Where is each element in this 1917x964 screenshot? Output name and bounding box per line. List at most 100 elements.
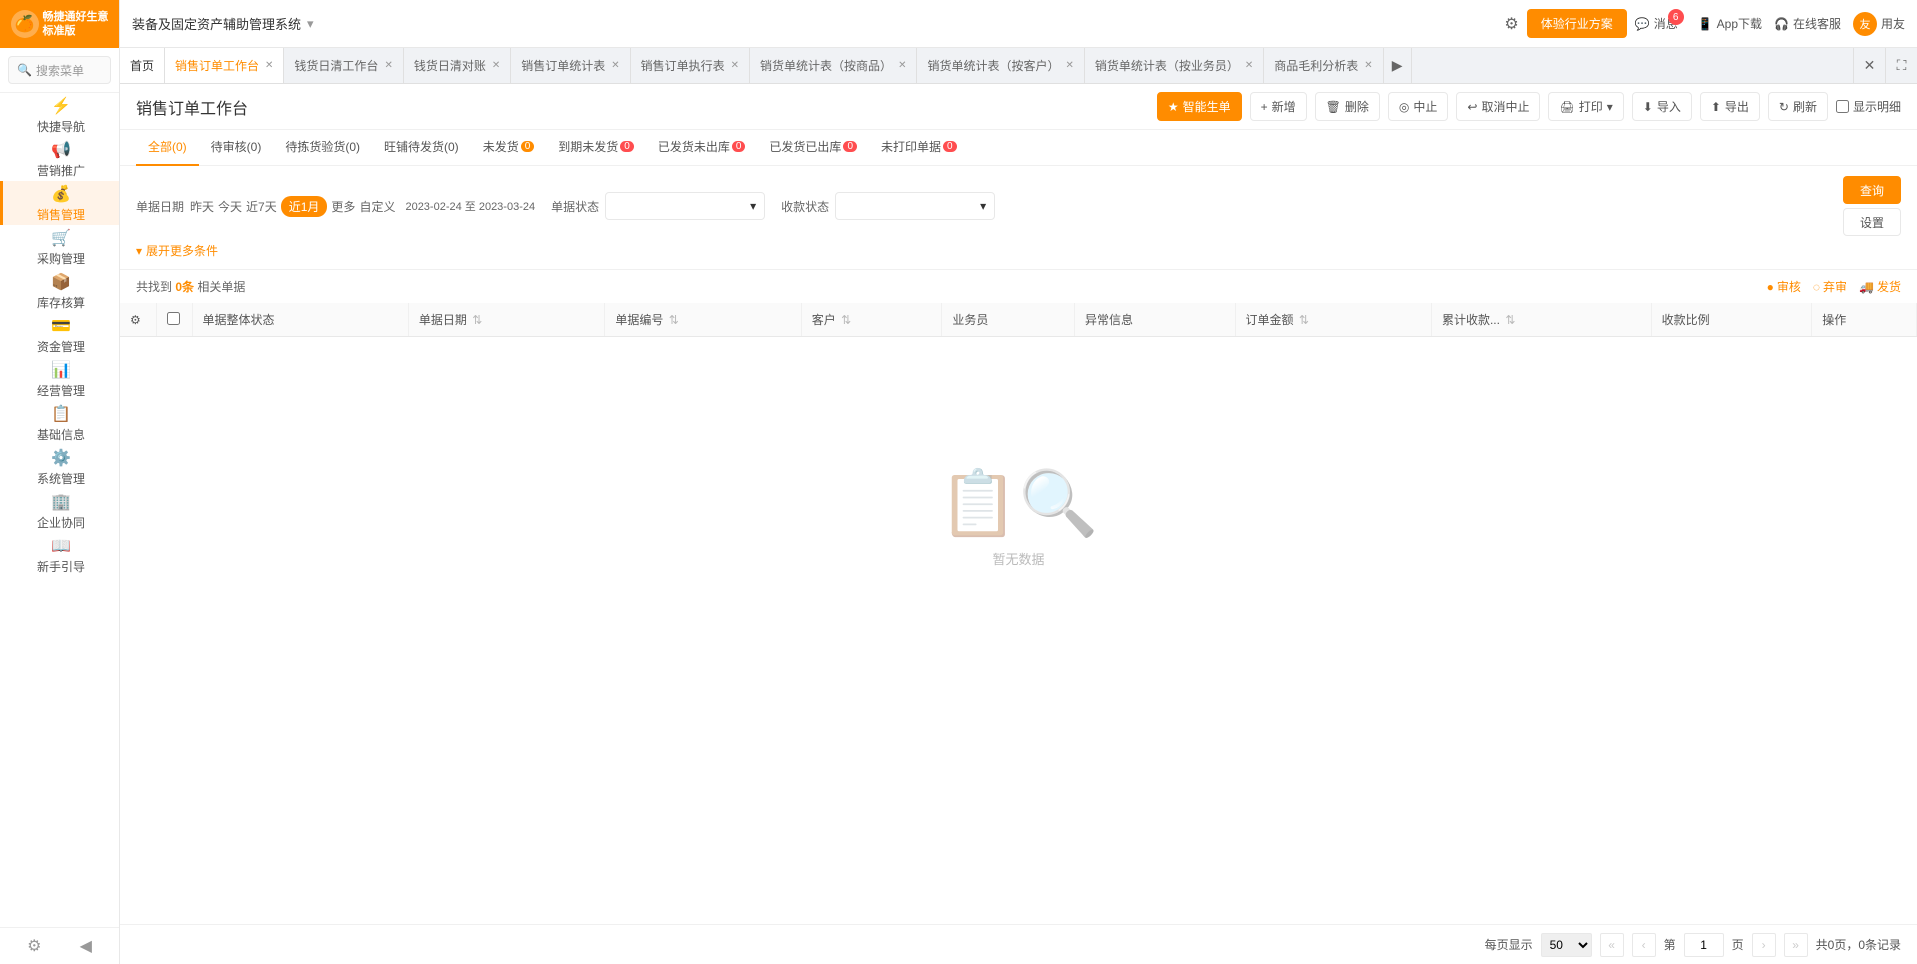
tab-close-by-customer[interactable]: ✕ [1065,60,1073,71]
tab-close-by-staff[interactable]: ✕ [1245,60,1253,71]
operation-icon: 📊 [51,360,71,380]
show-detail-checkbox[interactable] [1836,100,1849,113]
tab-home[interactable]: 首页 [120,48,165,84]
last-page-button[interactable]: » [1784,933,1808,957]
sidebar-item-marketing[interactable]: 📢 营销推广 [0,137,119,181]
col-checkbox [156,303,192,337]
col-customer[interactable]: 客户 ⇅ [801,303,942,337]
tab-sales-order[interactable]: 销售订单工作台 ✕ [165,48,284,84]
app-download-button[interactable]: 📱 App下载 [1698,15,1762,32]
custom-shortcut[interactable]: 自定义 [359,198,395,215]
col-amount[interactable]: 订单金额 ⇅ [1235,303,1431,337]
subtab-shipped-out[interactable]: 已发货已出库 0 [757,130,869,166]
shortcut-icon: ⚡ [51,96,71,116]
batch-ship-button[interactable]: 🚚 发货 [1859,278,1901,295]
filter-area: 单据日期 昨天 今天 近7天 近1月 更多 自定义 2023-02-24 至 2… [120,166,1917,270]
collapse-sidebar-icon[interactable]: ◀ [80,936,92,956]
next-page-button[interactable]: › [1752,933,1776,957]
horizontal-scrollbar[interactable] [120,914,1917,924]
sidebar-item-operation[interactable]: 📊 经营管理 [0,357,119,401]
per-page-select[interactable]: 50 10 20 100 [1541,933,1592,957]
online-service-button[interactable]: 🎧 在线客服 [1774,15,1841,32]
tab-close-by-product[interactable]: ✕ [898,60,906,71]
tab-sales-exec[interactable]: 销售订单执行表 ✕ [631,48,750,84]
sidebar-item-shortcut[interactable]: ⚡ 快捷导航 [0,93,119,137]
col-number[interactable]: 单据编号 ⇅ [605,303,801,337]
smart-create-button[interactable]: ★ 智能生单 [1157,92,1242,121]
sidebar-item-system[interactable]: ⚙️ 系统管理 [0,445,119,489]
subtab-pending-review[interactable]: 待审核(0) [199,130,274,166]
user-button[interactable]: 友 用友 [1853,12,1905,36]
tab-close-gross-margin[interactable]: ✕ [1364,60,1372,71]
last1m-shortcut[interactable]: 近1月 [281,196,328,217]
add-button[interactable]: + 新增 [1250,92,1307,121]
search-menu-button[interactable]: 🔍 搜索菜单 [8,56,111,84]
refresh-button[interactable]: ↻ 刷新 [1768,92,1828,121]
table-scroll-area[interactable]: ⚙ 单据整体状态 单据日期 ⇅ 单据编号 [120,303,1917,914]
col-received[interactable]: 累计收款... ⇅ [1431,303,1651,337]
subtab-pending-inspect[interactable]: 待拣货验货(0) [273,130,372,166]
subtab-not-printed[interactable]: 未打印单据 0 [869,130,969,166]
show-detail-toggle[interactable]: 显示明细 [1836,98,1901,115]
sidebar-item-sales[interactable]: 💰 销售管理 [0,181,119,225]
tab-maximize[interactable]: ⛶ [1885,48,1917,84]
tab-close-sales-order[interactable]: ✕ [265,60,273,71]
expand-filter-button[interactable]: ▾ 展开更多条件 [136,242,218,259]
subtab-all[interactable]: 全部(0) [136,130,199,166]
subtab-not-shipped[interactable]: 未发货 0 [471,130,547,166]
sidebar-item-finance[interactable]: 💳 资金管理 [0,313,119,357]
more-shortcut[interactable]: 更多 [331,198,355,215]
prev-page-button[interactable]: ‹ [1632,933,1656,957]
sidebar-item-inventory[interactable]: 📦 库存核算 [0,269,119,313]
sidebar-item-purchase[interactable]: 🛒 采购管理 [0,225,119,269]
tab-close-cash-reconcile[interactable]: ✕ [492,60,500,71]
tab-cash-reconcile[interactable]: 钱货日清对账 ✕ [404,48,511,84]
stop-button[interactable]: ◎ 中止 [1388,92,1449,121]
sidebar-item-basic[interactable]: 📋 基础信息 [0,401,119,445]
today-shortcut[interactable]: 今天 [218,198,242,215]
tab-sales-stat[interactable]: 销售订单统计表 ✕ [511,48,630,84]
subtab-wangpu-ship[interactable]: 旺铺待发货(0) [372,130,471,166]
tab-by-staff[interactable]: 销货单统计表（按业务员） ✕ [1085,48,1264,84]
industry-solution-button[interactable]: 体验行业方案 [1527,9,1627,38]
tab-by-product[interactable]: 销货单统计表（按商品） ✕ [750,48,917,84]
col-actions: 操作 [1812,303,1917,337]
import-button[interactable]: ⬇ 导入 [1632,92,1692,121]
export-button[interactable]: ⬆ 导出 [1700,92,1760,121]
tab-close-sales-stat[interactable]: ✕ [611,60,619,71]
page-input[interactable] [1684,933,1724,957]
cancel-stop-button[interactable]: ↩ 取消中止 [1456,92,1540,121]
yesterday-shortcut[interactable]: 昨天 [190,198,214,215]
col-date[interactable]: 单据日期 ⇅ [408,303,604,337]
message-button[interactable]: 💬 6 消息 [1635,15,1678,32]
batch-review-button[interactable]: ● 审核 [1767,278,1801,295]
filter-settings-button[interactable]: 设置 [1843,208,1901,236]
last7-shortcut[interactable]: 近7天 [246,198,277,215]
sidebar-item-guide[interactable]: 📖 新手引导 [0,533,119,577]
batch-cancel-review-button[interactable]: ◌ 弃审 [1813,278,1847,295]
status-select[interactable]: ▾ [605,192,765,220]
delete-button[interactable]: 🗑 删除 [1315,92,1380,121]
tab-close-current[interactable]: ✕ [1853,48,1885,84]
first-page-button[interactable]: « [1600,933,1624,957]
settings-gear-icon[interactable]: ⚙ [27,936,41,956]
system-title-dropdown[interactable]: ▾ [307,16,314,32]
tab-close-cash-daily[interactable]: ✕ [384,60,392,71]
sidebar-item-enterprise[interactable]: 🏢 企业协同 [0,489,119,533]
tab-scroll-right[interactable]: ▶ [1384,48,1412,84]
header-gear-icon[interactable]: ⚙ [1504,14,1518,34]
amount-sort-icon: ⇅ [1299,313,1309,327]
tab-gross-margin[interactable]: 商品毛利分析表 ✕ [1264,48,1383,84]
print-button[interactable]: 🖨 打印 ▾ [1548,92,1623,121]
select-all-checkbox[interactable] [167,312,180,325]
mobile-icon: 📱 [1698,17,1713,31]
subtab-shipped-not-out[interactable]: 已发货未出库 0 [646,130,758,166]
tab-by-customer[interactable]: 销货单统计表（按客户） ✕ [917,48,1084,84]
subtab-expired-not-shipped[interactable]: 到期未发货 0 [546,130,646,166]
tab-close-sales-exec[interactable]: ✕ [731,60,739,71]
col-staff[interactable]: 业务员 [942,303,1075,337]
query-button[interactable]: 查询 [1843,176,1901,204]
payment-select[interactable]: ▾ [835,192,995,220]
finance-icon: 💳 [51,316,71,336]
tab-cash-daily[interactable]: 钱货日清工作台 ✕ [284,48,403,84]
